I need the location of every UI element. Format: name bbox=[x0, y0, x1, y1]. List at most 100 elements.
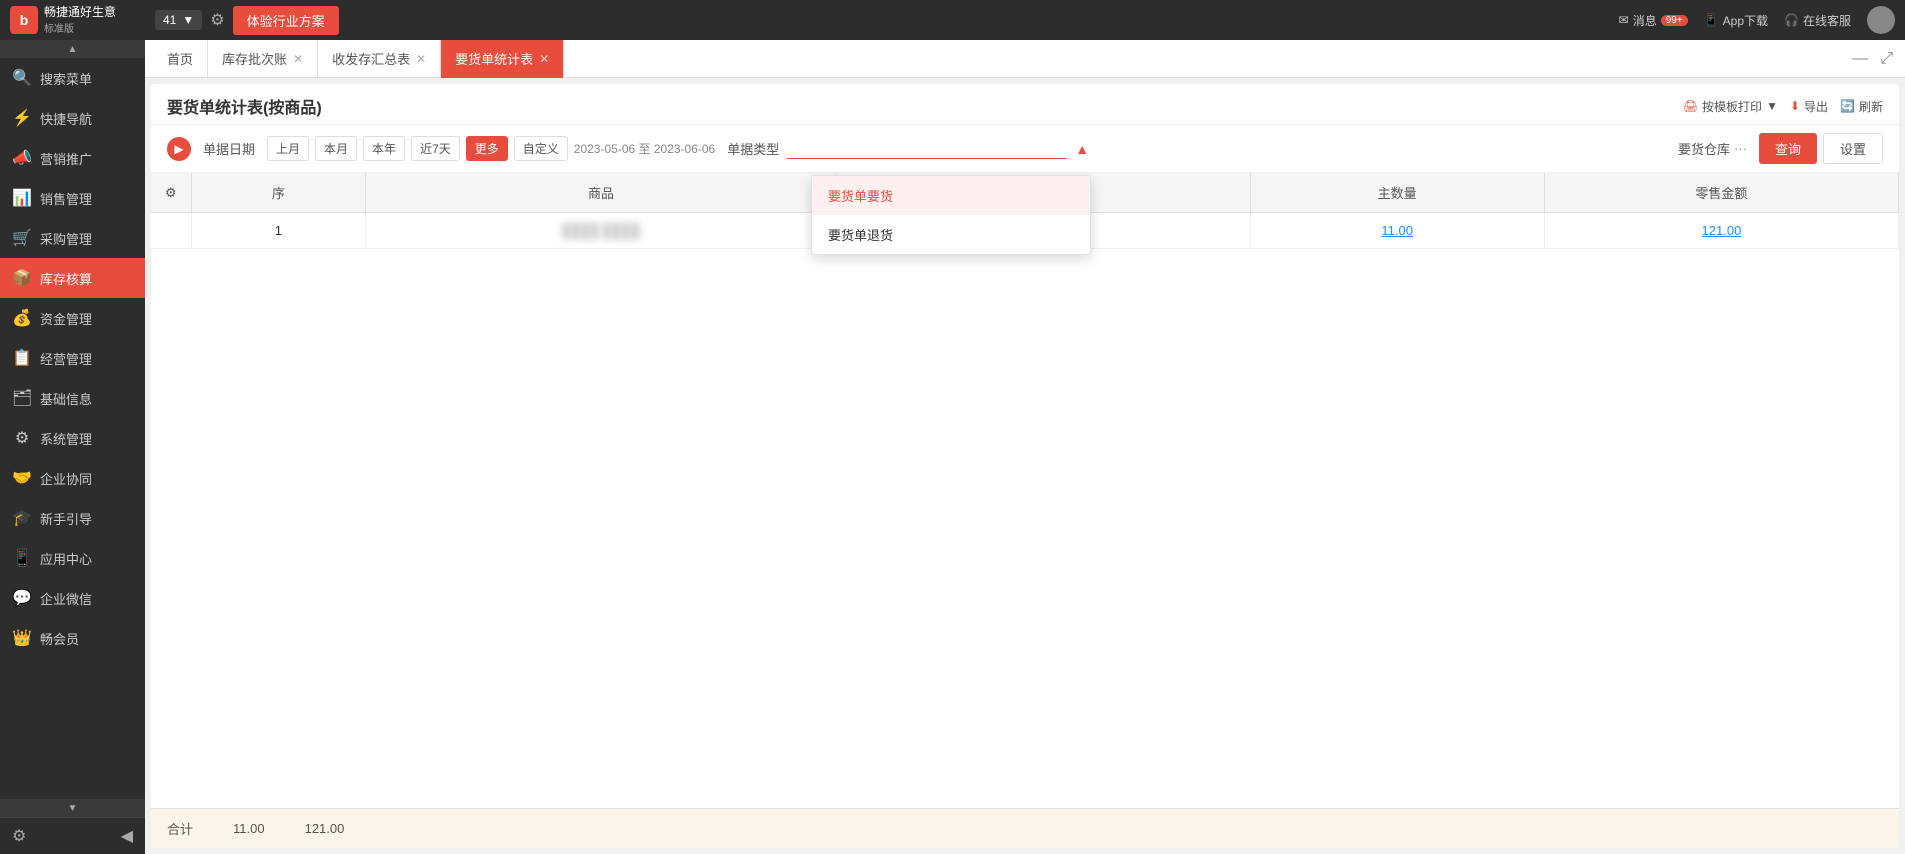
tab-minimize-button[interactable]: — bbox=[1848, 48, 1872, 70]
header-right: ✉ 消息 99+ 📱 App下载 🎧 在线客服 bbox=[1619, 6, 1895, 34]
sidebar-item-inventory[interactable]: 📦 库存核算 bbox=[0, 258, 145, 298]
row-amount: 121.00 bbox=[1544, 213, 1898, 249]
date-btn-this-year[interactable]: 本年 bbox=[363, 136, 405, 161]
tab-recv-summary[interactable]: 收发存汇总表 ✕ bbox=[318, 40, 441, 78]
online-service-item[interactable]: 🎧 在线客服 bbox=[1784, 12, 1851, 29]
handshake-icon: 🤝 bbox=[12, 468, 32, 488]
sidebar-item-basic[interactable]: 🗂 基础信息 bbox=[0, 378, 145, 418]
th-settings[interactable]: ⚙ bbox=[151, 173, 191, 213]
sidebar-item-quick-nav[interactable]: ⚡ 快捷导航 bbox=[0, 98, 145, 138]
tab-home[interactable]: 首页 bbox=[153, 40, 208, 78]
system-icon: ⚙ bbox=[12, 428, 32, 448]
sidebar-item-sales[interactable]: 📊 销售管理 bbox=[0, 178, 145, 218]
page-title-bar: 要货单统计表(按商品) 🖨 按模板打印 ▼ ⬇ 导出 🔄 刷新 bbox=[151, 84, 1899, 125]
warehouse-more-icon[interactable]: ··· bbox=[1734, 141, 1747, 156]
row-index: 1 bbox=[191, 213, 366, 249]
type-dropdown: 要货单要货 要货单退货 bbox=[811, 175, 1091, 255]
date-label: 单据日期 bbox=[203, 139, 255, 158]
tab-inventory-batch[interactable]: 库存批次账 ✕ bbox=[208, 40, 318, 78]
settings-icon[interactable]: ⚙ bbox=[12, 826, 26, 846]
filter-type-section: 单据类型 ▲ bbox=[727, 139, 1666, 159]
sidebar-item-wechat[interactable]: 💬 企业微信 bbox=[0, 578, 145, 618]
date-btn-7days[interactable]: 近7天 bbox=[411, 136, 460, 161]
date-filter: 上月 本月 本年 近7天 更多 自定义 2023-05-06 至 2023-06… bbox=[267, 136, 715, 161]
sidebar-item-operation[interactable]: 📋 经营管理 bbox=[0, 338, 145, 378]
setting-button[interactable]: 设置 bbox=[1823, 133, 1883, 164]
summary-quantity: 11.00 bbox=[233, 821, 265, 836]
filter-expand-button[interactable]: ▶ bbox=[167, 137, 191, 161]
member-icon: 👑 bbox=[12, 628, 32, 648]
sidebar-item-system[interactable]: ⚙ 系统管理 bbox=[0, 418, 145, 458]
tab-demand-stats[interactable]: 要货单统计表 ✕ bbox=[441, 40, 564, 78]
trial-button[interactable]: 体验行业方案 bbox=[233, 6, 339, 35]
tab-close-recv-summary[interactable]: ✕ bbox=[416, 52, 426, 66]
clipboard-icon: 📋 bbox=[12, 348, 32, 368]
chart-icon: 📊 bbox=[12, 188, 32, 208]
tab-close-demand-stats[interactable]: ✕ bbox=[539, 52, 549, 66]
print-action[interactable]: 🖨 按模板打印 ▼ bbox=[1683, 98, 1778, 115]
date-range-display: 2023-05-06 至 2023-06-06 bbox=[574, 140, 715, 157]
sidebar-item-purchase[interactable]: 🛒 采购管理 bbox=[0, 218, 145, 258]
tab-close-inventory-batch[interactable]: ✕ bbox=[293, 52, 303, 66]
dropdown-item-demand-return[interactable]: 要货单退货 bbox=[812, 215, 1090, 254]
summary-amount: 121.00 bbox=[305, 821, 345, 836]
date-btn-this-month[interactable]: 本月 bbox=[315, 136, 357, 161]
sidebar-item-search[interactable]: 🔍 搜索菜单 bbox=[0, 58, 145, 98]
lightning-icon: ⚡ bbox=[12, 108, 32, 128]
type-input[interactable] bbox=[787, 139, 1067, 159]
megaphone-icon: 📣 bbox=[12, 148, 32, 168]
app-center-icon: 📱 bbox=[12, 548, 32, 568]
gear-icon[interactable]: ⚙ bbox=[210, 10, 224, 30]
app-download-item[interactable]: 📱 App下载 bbox=[1704, 12, 1768, 29]
service-icon: 🎧 bbox=[1784, 13, 1799, 27]
guide-icon: 🎓 bbox=[12, 508, 32, 528]
date-btn-last-month[interactable]: 上月 bbox=[267, 136, 309, 161]
app-icon: 📱 bbox=[1704, 13, 1719, 27]
sidebar-item-enterprise[interactable]: 🤝 企业协同 bbox=[0, 458, 145, 498]
main-layout: ▲ 🔍 搜索菜单 ⚡ 快捷导航 📣 营销推广 📊 销售管理 🛒 采购管理 bbox=[0, 40, 1905, 854]
date-btn-more[interactable]: 更多 bbox=[466, 136, 508, 161]
warehouse-label: 要货仓库 bbox=[1678, 139, 1730, 158]
sidebar-bottom: ⚙ ◀ bbox=[0, 817, 145, 854]
warehouse-section: 要货仓库 ··· bbox=[1678, 139, 1747, 158]
sidebar-item-app-center[interactable]: 📱 应用中心 bbox=[0, 538, 145, 578]
th-index: 序 bbox=[191, 173, 366, 213]
user-avatar[interactable] bbox=[1867, 6, 1895, 34]
sidebar: ▲ 🔍 搜索菜单 ⚡ 快捷导航 📣 营销推广 📊 销售管理 🛒 采购管理 bbox=[0, 40, 145, 854]
query-button[interactable]: 查询 bbox=[1759, 133, 1817, 164]
print-icon: 🖨 bbox=[1683, 99, 1698, 113]
page-actions: 🖨 按模板打印 ▼ ⬇ 导出 🔄 刷新 bbox=[1683, 98, 1883, 115]
th-product: 商品 bbox=[366, 173, 836, 213]
logo-text: 畅捷通好生意 标准版 bbox=[44, 5, 116, 34]
cart-icon: 🛒 bbox=[12, 228, 32, 248]
row-product: ████ ████ bbox=[366, 213, 836, 249]
header-middle: 41 ▼ ⚙ 体验行业方案 bbox=[155, 6, 1619, 35]
sidebar-scroll-down[interactable]: ▼ bbox=[0, 799, 145, 817]
dropdown-item-demand-order[interactable]: 要货单要货 bbox=[812, 176, 1090, 215]
refresh-action[interactable]: 🔄 刷新 bbox=[1840, 98, 1883, 115]
tab-bar: 首页 库存批次账 ✕ 收发存汇总表 ✕ 要货单统计表 ✕ — ⤢ bbox=[145, 40, 1905, 78]
store-selector[interactable]: 41 ▼ bbox=[155, 10, 202, 30]
refresh-icon: 🔄 bbox=[1840, 99, 1855, 113]
type-arrow-up-icon[interactable]: ▲ bbox=[1075, 141, 1089, 157]
th-quantity: 主数量 bbox=[1250, 173, 1544, 213]
sidebar-item-member[interactable]: 👑 畅会员 bbox=[0, 618, 145, 658]
row-checkbox[interactable] bbox=[151, 213, 191, 249]
date-btn-custom[interactable]: 自定义 bbox=[514, 136, 568, 161]
filter-actions: 查询 设置 bbox=[1759, 133, 1883, 164]
folder-icon: 🗂 bbox=[12, 388, 32, 408]
collapse-icon[interactable]: ◀ bbox=[121, 826, 133, 846]
export-icon: ⬇ bbox=[1790, 99, 1800, 113]
page-title: 要货单统计表(按商品) bbox=[167, 94, 322, 118]
print-chevron-icon: ▼ bbox=[1766, 99, 1778, 113]
summary-label: 合计 bbox=[167, 819, 193, 838]
message-item[interactable]: ✉ 消息 99+ bbox=[1619, 12, 1688, 29]
sidebar-item-finance[interactable]: 💰 资金管理 bbox=[0, 298, 145, 338]
sidebar-nav: 🔍 搜索菜单 ⚡ 快捷导航 📣 营销推广 📊 销售管理 🛒 采购管理 📦 bbox=[0, 58, 145, 799]
page-content: 要货单统计表(按商品) 🖨 按模板打印 ▼ ⬇ 导出 🔄 刷新 bbox=[151, 84, 1899, 848]
export-action[interactable]: ⬇ 导出 bbox=[1790, 98, 1828, 115]
sidebar-item-newbie[interactable]: 🎓 新手引导 bbox=[0, 498, 145, 538]
tab-maximize-button[interactable]: ⤢ bbox=[1876, 48, 1897, 70]
sidebar-scroll-up[interactable]: ▲ bbox=[0, 40, 145, 58]
sidebar-item-marketing[interactable]: 📣 营销推广 bbox=[0, 138, 145, 178]
